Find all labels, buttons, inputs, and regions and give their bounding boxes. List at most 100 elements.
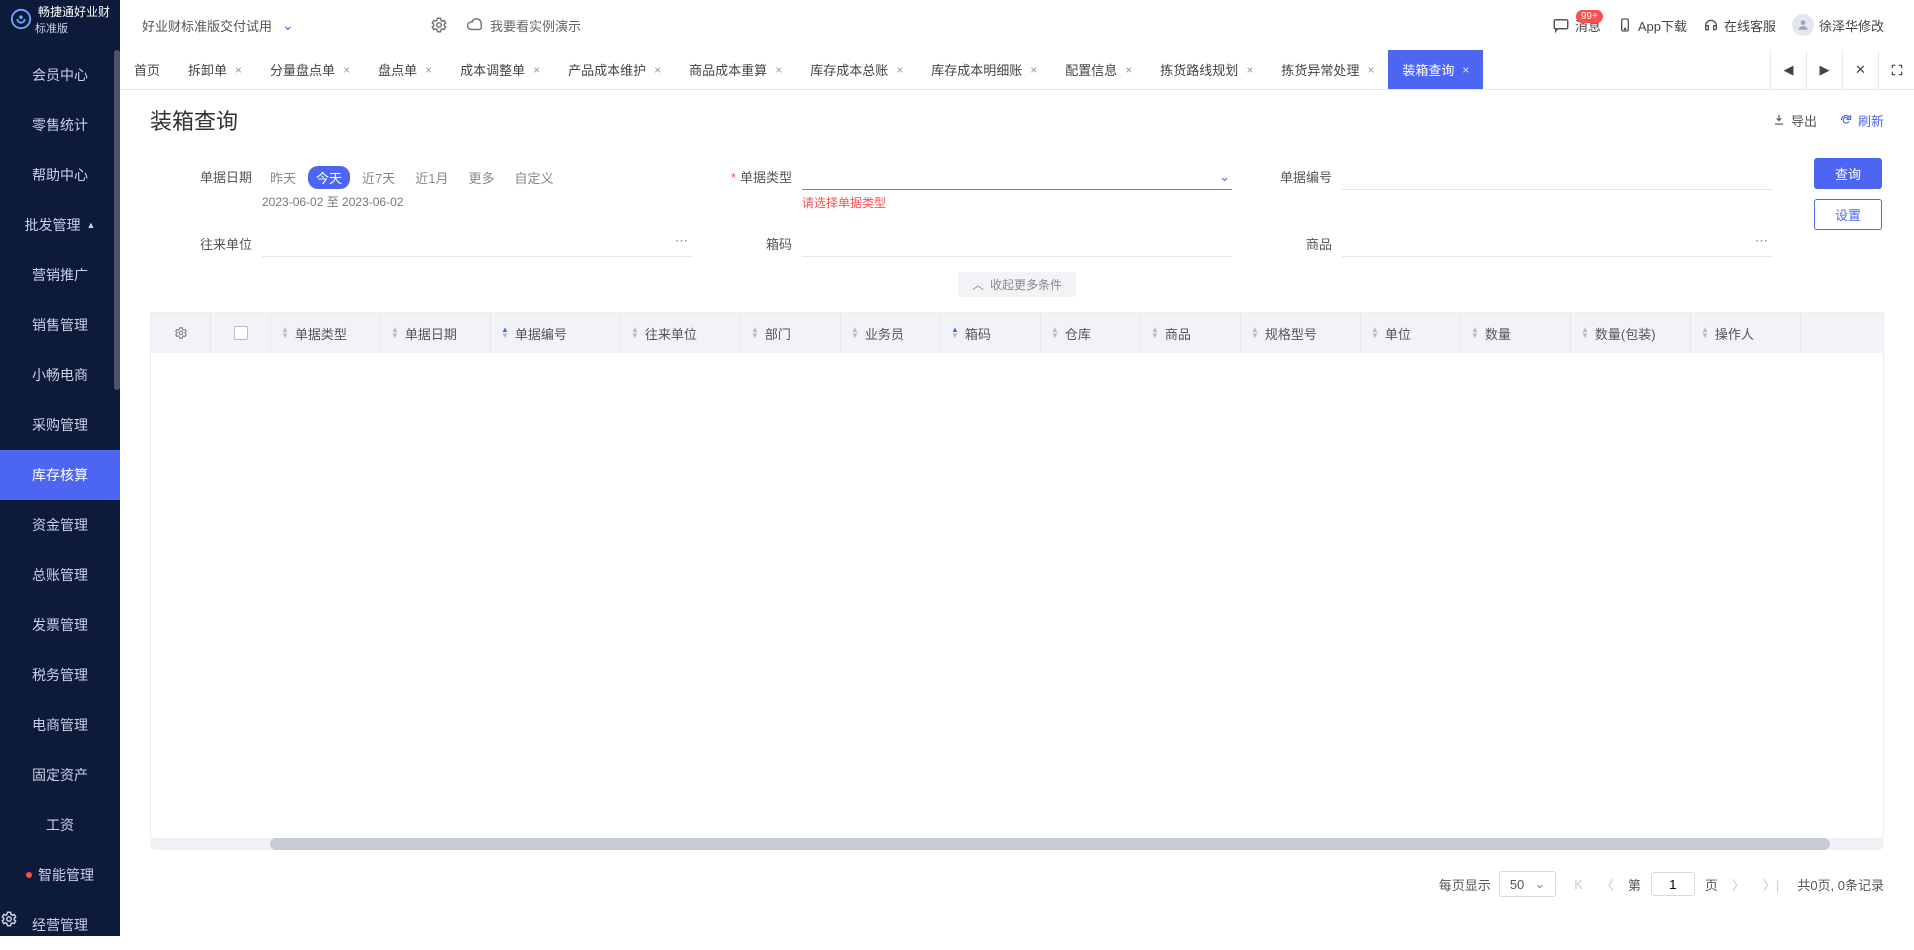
- tabstrip: 首页拆卸单×分量盘点单×盘点单×成本调整单×产品成本维护×商品成本重算×库存成本…: [120, 50, 1914, 90]
- refresh-button[interactable]: 刷新: [1839, 111, 1884, 130]
- sidebar-item-1[interactable]: 零售统计: [0, 100, 120, 150]
- tab-2[interactable]: 分量盘点单×: [256, 50, 364, 89]
- export-icon: [1772, 113, 1786, 127]
- column-settings-button[interactable]: [151, 313, 211, 353]
- collapse-filters[interactable]: ︿ 收起更多条件: [150, 272, 1884, 297]
- horizontal-scrollbar[interactable]: [150, 838, 1884, 850]
- date-quick-3[interactable]: 近1月: [407, 166, 456, 189]
- sidebar-item-5[interactable]: 销售管理: [0, 300, 120, 350]
- filter-settings-button[interactable]: 设置: [1814, 199, 1882, 230]
- more-icon[interactable]: ⋯: [1755, 233, 1770, 249]
- org-picker[interactable]: 好业财标准版交付试用 ⌄: [120, 16, 430, 35]
- column-header-6[interactable]: ▲▼箱码: [941, 313, 1041, 353]
- column-header-1[interactable]: ▲▼单据日期: [381, 313, 491, 353]
- sidebar-item-8[interactable]: 库存核算: [0, 450, 120, 500]
- tab-3[interactable]: 盘点单×: [364, 50, 446, 89]
- more-icon[interactable]: ⋯: [675, 233, 690, 249]
- sidebar-item-15[interactable]: 工资: [0, 800, 120, 850]
- tab-9[interactable]: 配置信息×: [1051, 50, 1146, 89]
- column-header-12[interactable]: ▲▼数量(包装): [1571, 313, 1691, 353]
- partner-input[interactable]: ⋯: [262, 233, 692, 257]
- user-menu[interactable]: 徐泽华修改: [1792, 14, 1884, 36]
- column-header-9[interactable]: ▲▼规格型号: [1241, 313, 1361, 353]
- column-header-4[interactable]: ▲▼部门: [741, 313, 841, 353]
- tabs-prev-button[interactable]: ◀: [1770, 50, 1806, 89]
- close-icon[interactable]: ×: [425, 63, 432, 77]
- sidebar-item-0[interactable]: 会员中心: [0, 50, 120, 100]
- messages-button[interactable]: 消息 99+: [1552, 16, 1601, 35]
- sidebar-item-7[interactable]: 采购管理: [0, 400, 120, 450]
- tab-5[interactable]: 产品成本维护×: [554, 50, 675, 89]
- product-input[interactable]: ⋯: [1342, 233, 1772, 257]
- box-code-input[interactable]: [802, 233, 1232, 257]
- close-icon[interactable]: ×: [1367, 63, 1374, 77]
- column-header-0[interactable]: ▲▼单据类型: [271, 313, 381, 353]
- page-number-input[interactable]: [1651, 872, 1695, 896]
- column-header-11[interactable]: ▲▼数量: [1461, 313, 1571, 353]
- doc-type-select[interactable]: ⌄: [802, 166, 1232, 190]
- date-quick-0[interactable]: 昨天: [262, 166, 304, 189]
- column-header-3[interactable]: ▲▼往来单位: [621, 313, 741, 353]
- sidebar-item-9[interactable]: 资金管理: [0, 500, 120, 550]
- column-header-2[interactable]: ▲▼单据编号: [491, 313, 621, 353]
- tab-6[interactable]: 商品成本重算×: [675, 50, 796, 89]
- close-icon[interactable]: ×: [343, 63, 350, 77]
- customer-service-button[interactable]: 在线客服: [1703, 16, 1776, 35]
- sidebar-item-13[interactable]: 电商管理: [0, 700, 120, 750]
- column-header-5[interactable]: ▲▼业务员: [841, 313, 941, 353]
- close-icon[interactable]: ×: [533, 63, 540, 77]
- sidebar-item-2[interactable]: 帮助中心: [0, 150, 120, 200]
- tab-10[interactable]: 拣货路线规划×: [1146, 50, 1267, 89]
- page-first-button[interactable]: K: [1570, 875, 1587, 894]
- tabs-close-button[interactable]: ✕: [1842, 50, 1878, 89]
- tab-8[interactable]: 库存成本明细账×: [917, 50, 1051, 89]
- sort-icon: ▲▼: [391, 327, 399, 339]
- tab-7[interactable]: 库存成本总账×: [796, 50, 917, 89]
- sidebar-item-6[interactable]: 小畅电商: [0, 350, 120, 400]
- sidebar-item-11[interactable]: 发票管理: [0, 600, 120, 650]
- export-button[interactable]: 导出: [1772, 111, 1817, 130]
- tab-12[interactable]: 装箱查询 ×: [1388, 50, 1483, 89]
- demo-link[interactable]: 我要看实例演示: [466, 16, 581, 35]
- date-quick-1[interactable]: 今天: [308, 166, 350, 189]
- close-icon[interactable]: ×: [896, 63, 903, 77]
- tab-11[interactable]: 拣货异常处理×: [1267, 50, 1388, 89]
- org-settings-icon[interactable]: [430, 16, 448, 34]
- sidebar-item-3[interactable]: 批发管理: [0, 200, 120, 250]
- select-all-checkbox[interactable]: [211, 313, 271, 353]
- date-quick-5[interactable]: 自定义: [507, 166, 562, 189]
- date-quick-4[interactable]: 更多: [461, 166, 503, 189]
- close-icon[interactable]: ×: [1462, 63, 1469, 77]
- close-icon[interactable]: ×: [235, 63, 242, 77]
- close-icon[interactable]: ×: [775, 63, 782, 77]
- date-quick-2[interactable]: 近7天: [354, 166, 403, 189]
- doc-number-input[interactable]: [1342, 166, 1772, 190]
- page-size-select[interactable]: 50 ⌄: [1499, 871, 1556, 897]
- app-download-button[interactable]: App下载: [1617, 16, 1687, 35]
- column-header-8[interactable]: ▲▼商品: [1141, 313, 1241, 353]
- settings-gear-icon[interactable]: [0, 910, 120, 928]
- tab-1[interactable]: 拆卸单×: [174, 50, 256, 89]
- close-icon[interactable]: ×: [1125, 63, 1132, 77]
- sidebar-item-14[interactable]: 固定资产: [0, 750, 120, 800]
- sidebar-item-12[interactable]: 税务管理: [0, 650, 120, 700]
- column-header-7[interactable]: ▲▼仓库: [1041, 313, 1141, 353]
- page-last-button[interactable]: 〉|: [1759, 873, 1783, 896]
- sidebar-item-16[interactable]: 智能管理: [0, 850, 120, 900]
- tab-label: 装箱查询: [1402, 60, 1454, 79]
- sidebar-item-10[interactable]: 总账管理: [0, 550, 120, 600]
- page-prev-button[interactable]: 〈: [1597, 873, 1618, 896]
- sidebar-item-4[interactable]: 营销推广: [0, 250, 120, 300]
- close-icon[interactable]: ×: [1030, 63, 1037, 77]
- search-button[interactable]: 查询: [1814, 158, 1882, 189]
- tabs-next-button[interactable]: ▶: [1806, 50, 1842, 89]
- fullscreen-button[interactable]: [1878, 50, 1914, 89]
- column-header-13[interactable]: ▲▼操作人: [1691, 313, 1801, 353]
- scrollbar-thumb[interactable]: [270, 838, 1830, 850]
- close-icon[interactable]: ×: [1246, 63, 1253, 77]
- close-icon[interactable]: ×: [654, 63, 661, 77]
- tab-0[interactable]: 首页: [120, 50, 174, 89]
- column-header-10[interactable]: ▲▼单位: [1361, 313, 1461, 353]
- page-next-button[interactable]: 〉: [1728, 873, 1749, 896]
- tab-4[interactable]: 成本调整单×: [446, 50, 554, 89]
